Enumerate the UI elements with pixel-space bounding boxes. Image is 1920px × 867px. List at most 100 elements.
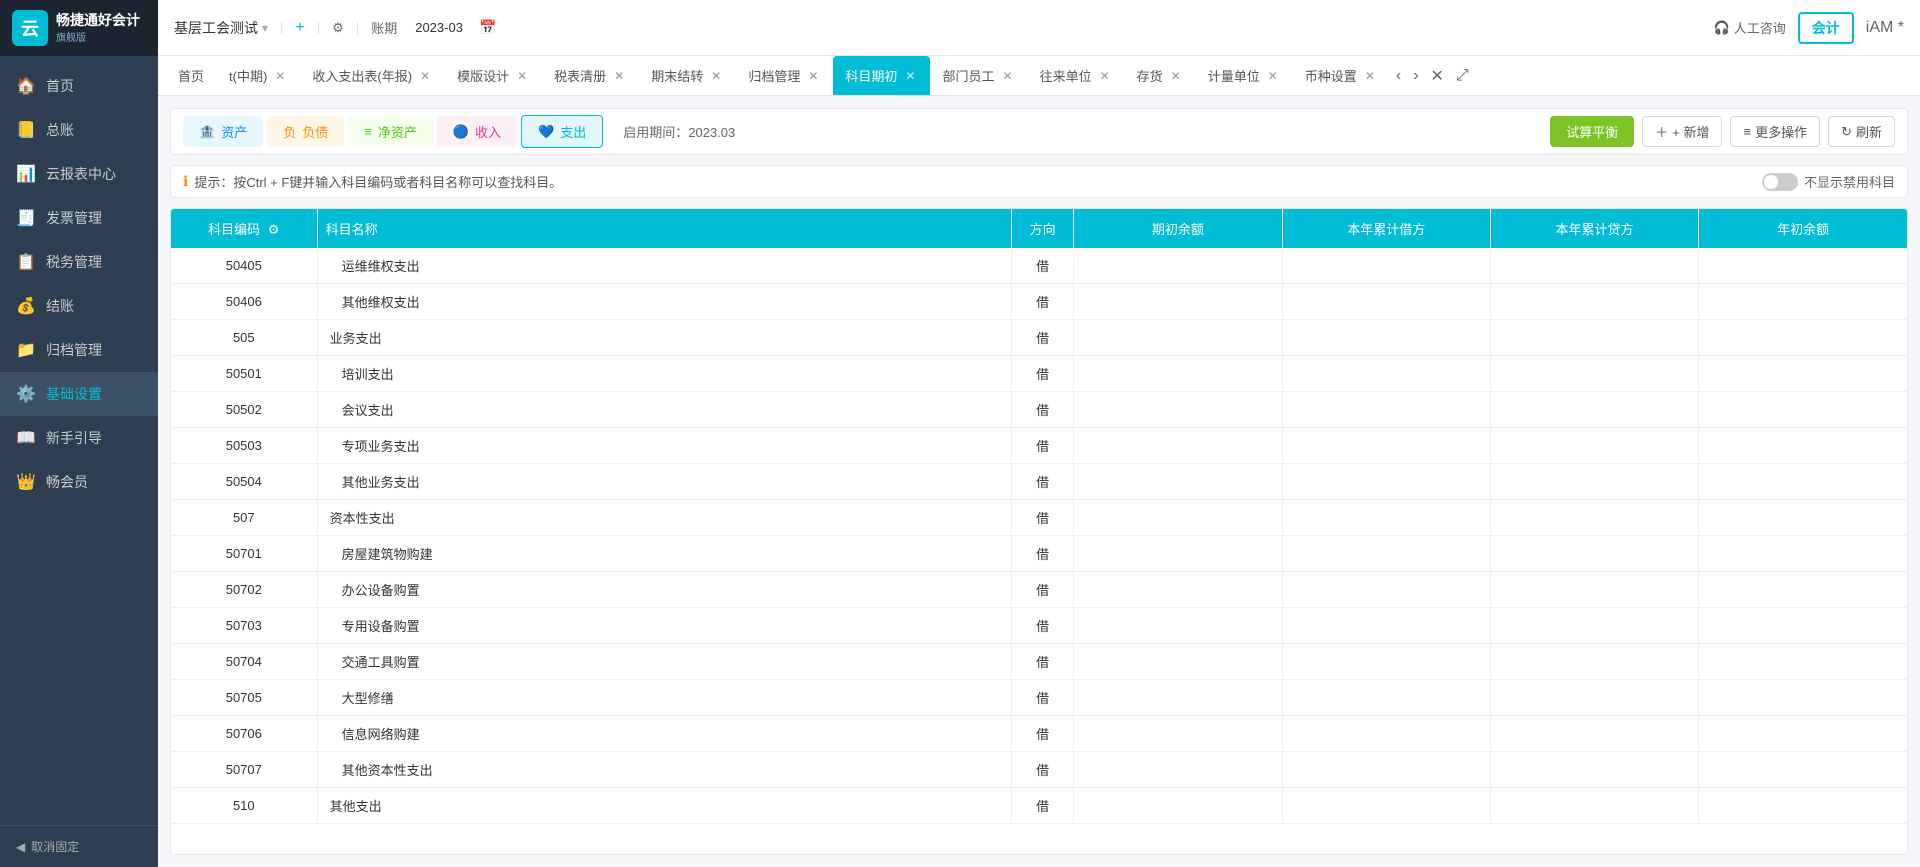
- support-btn[interactable]: 🎧 人工咨询: [1714, 18, 1786, 37]
- cell-dir: 借: [1012, 500, 1074, 536]
- dropdown-icon[interactable]: ▾: [262, 21, 268, 35]
- sidebar-item-settle[interactable]: 💰 结账: [0, 284, 158, 328]
- tab-expand[interactable]: ⤢: [1450, 67, 1475, 85]
- tab-income[interactable]: 收入支出表(年报) ✕: [300, 56, 445, 96]
- tab-template-close[interactable]: ✕: [515, 69, 529, 83]
- tab-unit-close[interactable]: ✕: [1266, 69, 1280, 83]
- table-row[interactable]: 50707 其他资本性支出 借: [171, 752, 1907, 788]
- tab-home[interactable]: 首页: [166, 56, 217, 96]
- table-body: 50405 运维维权支出 借 50406 其他维权支出 借 505 业务支出 借…: [171, 248, 1907, 824]
- sidebar-item-member[interactable]: 👑 畅会员: [0, 460, 158, 504]
- main-area: 基层工会测试 ▾ | + | ⚙ | 账期 2023-03 📅 🎧 人工咨询 会…: [158, 0, 1920, 867]
- cell-name: 资本性支出: [317, 500, 1011, 536]
- table-row[interactable]: 510 其他支出 借: [171, 788, 1907, 824]
- headset-icon: 🎧: [1714, 20, 1730, 36]
- table-row[interactable]: 50703 专用设备购置 借: [171, 608, 1907, 644]
- refresh-button[interactable]: ↻ 刷新: [1828, 116, 1895, 147]
- cell-dir: 借: [1012, 536, 1074, 572]
- sidebar-item-archive[interactable]: 📁 归档管理: [0, 328, 158, 372]
- tab-taxform[interactable]: 税表清册 ✕: [542, 56, 639, 96]
- tab-archivemgr-close[interactable]: ✕: [806, 69, 820, 83]
- accounts-table-wrapper: 科目编码 ⚙ 科目名称 方向 期初余额 本年累计借方 本年累计贷方 年初余额: [170, 208, 1908, 855]
- sidebar-nav: 🏠 首页 📒 总账 📊 云报表中心 🧾 发票管理 📋 税务管理 💰 结账 📁 归…: [0, 56, 158, 825]
- table-row[interactable]: 50701 房屋建筑物购建 借: [171, 536, 1907, 572]
- sep3: |: [356, 20, 359, 35]
- cell-period: [1074, 680, 1282, 716]
- cell-yr-bal: [1699, 572, 1907, 608]
- disabled-toggle-switch[interactable]: [1762, 173, 1798, 191]
- sidebar-pin-toggle[interactable]: ◀ 取消固定: [0, 825, 158, 867]
- add-button[interactable]: ＋ + 新增: [1642, 116, 1722, 147]
- sub-tab-expense[interactable]: 💙 支出: [521, 115, 603, 148]
- settings-icon2[interactable]: ⚙: [332, 20, 344, 36]
- cell-yr-cr: [1490, 464, 1698, 500]
- tab-currency[interactable]: 币种设置 ✕: [1293, 56, 1390, 96]
- tab-yearend-close[interactable]: ✕: [709, 69, 723, 83]
- cell-yr-cr: [1490, 788, 1698, 824]
- table-row[interactable]: 50405 运维维权支出 借: [171, 248, 1907, 284]
- tab-customer[interactable]: 往来单位 ✕: [1028, 56, 1125, 96]
- table-row[interactable]: 50501 培训支出 借: [171, 356, 1907, 392]
- table-row[interactable]: 50705 大型修缮 借: [171, 680, 1907, 716]
- table-row[interactable]: 50704 交通工具购置 借: [171, 644, 1907, 680]
- sidebar-item-ledger[interactable]: 📒 总账: [0, 108, 158, 152]
- sub-tab-liability[interactable]: 负 负债: [267, 116, 344, 147]
- newbie-icon: 📖: [16, 428, 36, 448]
- sub-tab-income-label: 收入: [475, 122, 501, 141]
- sidebar-item-home[interactable]: 🏠 首页: [0, 64, 158, 108]
- tab-period-close[interactable]: ✕: [273, 69, 287, 83]
- table-row[interactable]: 50502 会议支出 借: [171, 392, 1907, 428]
- tab-close-all[interactable]: ✕: [1425, 66, 1450, 86]
- sidebar-label-home: 首页: [46, 76, 74, 96]
- calendar-icon[interactable]: 📅: [479, 19, 496, 36]
- table-row[interactable]: 50503 专项业务支出 借: [171, 428, 1907, 464]
- tab-scroll-left[interactable]: ‹: [1390, 67, 1407, 85]
- tab-unit-label: 计量单位: [1208, 66, 1260, 85]
- col-settings-icon[interactable]: ⚙: [268, 222, 280, 237]
- tab-inventory-close[interactable]: ✕: [1169, 69, 1183, 83]
- sub-tab-net-asset[interactable]: ≡ 净资产: [348, 116, 433, 147]
- cell-code: 507: [171, 500, 317, 536]
- table-scroll-area[interactable]: 科目编码 ⚙ 科目名称 方向 期初余额 本年累计借方 本年累计贷方 年初余额: [171, 209, 1907, 854]
- tab-period[interactable]: t(中期) ✕: [217, 56, 300, 96]
- tab-yearend[interactable]: 期末结转 ✕: [639, 56, 736, 96]
- more-button[interactable]: ≡ 更多操作: [1730, 116, 1820, 147]
- sidebar-item-newbie[interactable]: 📖 新手引导: [0, 416, 158, 460]
- tab-income-close[interactable]: ✕: [418, 69, 432, 83]
- sidebar-item-settings[interactable]: ⚙️ 基础设置: [0, 372, 158, 416]
- table-row[interactable]: 50504 其他业务支出 借: [171, 464, 1907, 500]
- cell-yr-bal: [1699, 248, 1907, 284]
- period-display: 启用期间：2023.03: [623, 122, 735, 141]
- tab-kemu-close[interactable]: ✕: [903, 69, 917, 83]
- cell-yr-dr: [1282, 500, 1490, 536]
- cell-yr-cr: [1490, 284, 1698, 320]
- tab-unit[interactable]: 计量单位 ✕: [1196, 56, 1293, 96]
- tab-scroll-right[interactable]: ›: [1407, 67, 1424, 85]
- tab-inventory[interactable]: 存货 ✕: [1125, 56, 1196, 96]
- tab-currency-close[interactable]: ✕: [1363, 69, 1377, 83]
- tab-taxform-close[interactable]: ✕: [612, 69, 626, 83]
- table-row[interactable]: 50406 其他维权支出 借: [171, 284, 1907, 320]
- add-project-btn[interactable]: +: [295, 19, 304, 37]
- table-row[interactable]: 505 业务支出 借: [171, 320, 1907, 356]
- sidebar-item-report[interactable]: 📊 云报表中心: [0, 152, 158, 196]
- tab-customer-close[interactable]: ✕: [1098, 69, 1112, 83]
- sub-tab-asset[interactable]: 🏦 资产: [183, 116, 263, 147]
- tab-dept-close[interactable]: ✕: [1001, 69, 1015, 83]
- cell-dir: 借: [1012, 248, 1074, 284]
- table-row[interactable]: 50706 信息网络购建 借: [171, 716, 1907, 752]
- tab-archivemgr[interactable]: 归档管理 ✕: [736, 56, 833, 96]
- balance-button[interactable]: 试算平衡: [1550, 116, 1634, 147]
- cell-dir: 借: [1012, 428, 1074, 464]
- tab-dept[interactable]: 部门员工 ✕: [930, 56, 1027, 96]
- cell-period: [1074, 500, 1282, 536]
- table-row[interactable]: 507 资本性支出 借: [171, 500, 1907, 536]
- sub-tab-income[interactable]: 🔵 收入: [437, 116, 517, 147]
- table-row[interactable]: 50702 办公设备购置 借: [171, 572, 1907, 608]
- sidebar-item-invoice[interactable]: 🧾 发票管理: [0, 196, 158, 240]
- cell-name: 业务支出: [317, 320, 1011, 356]
- tab-template[interactable]: 模版设计 ✕: [445, 56, 542, 96]
- tab-kemu[interactable]: 科目期初 ✕: [833, 56, 930, 96]
- sidebar-item-tax[interactable]: 📋 税务管理: [0, 240, 158, 284]
- account-btn[interactable]: 会计: [1798, 12, 1854, 44]
